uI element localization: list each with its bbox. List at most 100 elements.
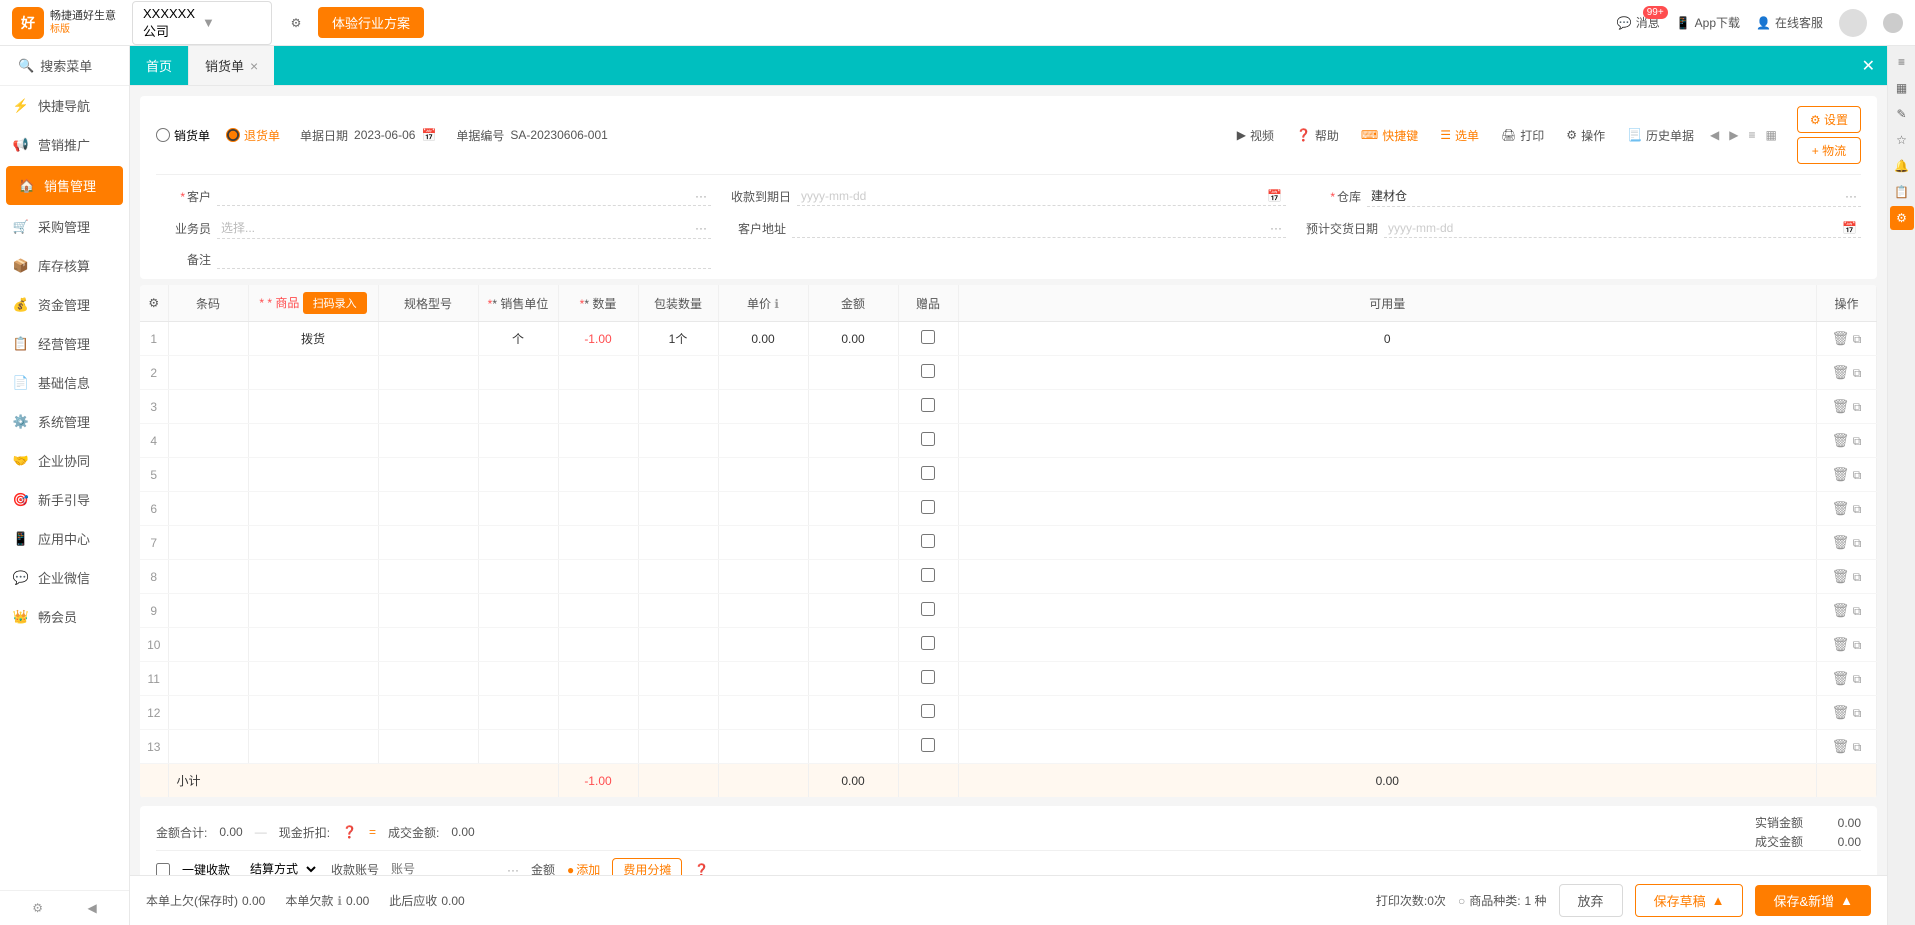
row-product[interactable] — [248, 662, 378, 696]
row-pack-qty[interactable] — [638, 356, 718, 390]
row-gift[interactable] — [898, 628, 958, 662]
row-unit[interactable] — [478, 730, 558, 764]
row-spec[interactable] — [378, 356, 478, 390]
row-product[interactable] — [248, 628, 378, 662]
row-product[interactable] — [248, 594, 378, 628]
row-amount[interactable] — [808, 730, 898, 764]
row-unit[interactable] — [478, 424, 558, 458]
sidebar-search[interactable]: 🔍 搜索菜单 — [0, 46, 129, 86]
sidebar-item-inventory[interactable]: 📦 库存核算 — [0, 246, 129, 285]
row-gift[interactable] — [898, 322, 958, 356]
row-unit[interactable] — [478, 662, 558, 696]
delete-row-btn[interactable]: 🗑 — [1832, 364, 1850, 381]
sidebar-settings-btn[interactable]: ⚙ — [32, 901, 43, 915]
copy-row-btn[interactable]: ⧉ — [1853, 434, 1862, 449]
row-gift[interactable] — [898, 458, 958, 492]
one-click-payment-checkbox[interactable] — [156, 863, 170, 876]
warehouse-dots[interactable]: ··· — [1845, 189, 1857, 203]
row-unit[interactable] — [478, 696, 558, 730]
discount-info-icon[interactable]: ❓ — [342, 825, 357, 839]
copy-row-btn[interactable]: ⧉ — [1853, 604, 1862, 619]
row-spec[interactable] — [378, 492, 478, 526]
save-draft-button[interactable]: 保存草稿 ▲ — [1635, 884, 1744, 917]
tab-home[interactable]: 首页 — [130, 46, 189, 85]
delete-row-btn[interactable]: 🗑 — [1832, 704, 1850, 721]
row-price[interactable] — [718, 594, 808, 628]
row-qty[interactable] — [558, 390, 638, 424]
row-gift[interactable] — [898, 730, 958, 764]
row-unit[interactable] — [478, 492, 558, 526]
row-price[interactable] — [718, 662, 808, 696]
row-gift[interactable] — [898, 492, 958, 526]
right-panel-btn-3[interactable]: ✎ — [1890, 102, 1914, 126]
right-panel-btn-4[interactable]: ☆ — [1890, 128, 1914, 152]
price-info-icon[interactable]: ℹ — [774, 297, 779, 311]
row-qty[interactable] — [558, 628, 638, 662]
sidebar-item-wechat[interactable]: 💬 企业微信 — [0, 558, 129, 597]
row-pack-qty[interactable] — [638, 424, 718, 458]
remarks-input[interactable] — [217, 249, 711, 269]
row-price[interactable] — [718, 390, 808, 424]
row-barcode[interactable] — [168, 322, 248, 356]
delete-row-btn[interactable]: 🗑 — [1832, 466, 1850, 483]
product-type-radio-icon[interactable]: ○ — [1458, 894, 1465, 908]
row-barcode[interactable] — [168, 492, 248, 526]
right-panel-btn-1[interactable]: ≡ — [1890, 50, 1914, 74]
customer-input[interactable]: ··· — [217, 186, 711, 206]
row-amount[interactable] — [808, 492, 898, 526]
row-price[interactable] — [718, 696, 808, 730]
row-product[interactable] — [248, 560, 378, 594]
row-price[interactable] — [718, 526, 808, 560]
copy-row-btn[interactable]: ⧉ — [1853, 740, 1862, 755]
copy-row-btn[interactable]: ⧉ — [1853, 332, 1862, 347]
row-amount[interactable] — [808, 696, 898, 730]
row-pack-qty[interactable] — [638, 594, 718, 628]
shortcut-btn[interactable]: ⌨ 快捷键 — [1355, 125, 1424, 146]
trial-button[interactable]: 体验行业方案 — [318, 7, 424, 38]
copy-row-btn[interactable]: ⧉ — [1853, 366, 1862, 381]
row-gift[interactable] — [898, 560, 958, 594]
message-action[interactable]: 💬 消息 99+ — [1617, 14, 1660, 31]
tab-sales-order[interactable]: 销货单 × — [189, 46, 274, 85]
delete-row-btn[interactable]: 🗑 — [1832, 398, 1850, 415]
row-product[interactable]: 拨货 — [248, 322, 378, 356]
print-btn[interactable]: 🖨 打印 — [1495, 125, 1550, 146]
row-unit[interactable] — [478, 594, 558, 628]
right-panel-btn-6[interactable]: 📋 — [1890, 180, 1914, 204]
row-pack-qty[interactable] — [638, 662, 718, 696]
sidebar-item-member[interactable]: 👑 畅会员 — [0, 597, 129, 636]
row-barcode[interactable] — [168, 560, 248, 594]
row-price[interactable] — [718, 458, 808, 492]
row-barcode[interactable] — [168, 390, 248, 424]
app-download-action[interactable]: 📱 App下载 — [1676, 14, 1740, 31]
row-qty[interactable] — [558, 526, 638, 560]
copy-row-btn[interactable]: ⧉ — [1853, 706, 1862, 721]
th-settings[interactable]: ⚙ — [140, 285, 168, 322]
sidebar-item-finance[interactable]: 💰 资金管理 — [0, 285, 129, 324]
row-pack-qty[interactable] — [638, 492, 718, 526]
right-panel-btn-7[interactable]: ⚙ — [1890, 206, 1914, 230]
row-spec[interactable] — [378, 458, 478, 492]
sidebar-item-marketing[interactable]: 📢 营销推广 — [0, 125, 129, 164]
nav-next-icon[interactable]: ▶ — [1729, 128, 1738, 142]
row-barcode[interactable] — [168, 730, 248, 764]
row-pack-qty[interactable] — [638, 458, 718, 492]
delete-row-btn[interactable]: 🗑 — [1832, 636, 1850, 653]
row-price[interactable] — [718, 492, 808, 526]
delete-row-btn[interactable]: 🗑 — [1832, 500, 1850, 517]
row-pack-qty[interactable] — [638, 526, 718, 560]
row-qty[interactable] — [558, 594, 638, 628]
delete-row-btn[interactable]: 🗑 — [1832, 738, 1850, 755]
save-new-button[interactable]: 保存&新增 ▲ — [1755, 885, 1871, 916]
row-barcode[interactable] — [168, 424, 248, 458]
sidebar-item-sales[interactable]: 🏠 销售管理 — [6, 166, 123, 205]
row-spec[interactable] — [378, 662, 478, 696]
row-barcode[interactable] — [168, 526, 248, 560]
sidebar-item-purchase[interactable]: 🛒 采购管理 — [0, 207, 129, 246]
avatar[interactable] — [1839, 9, 1867, 37]
delete-row-btn[interactable]: 🗑 — [1832, 330, 1850, 347]
sidebar-item-enterprise[interactable]: 🤝 企业协同 — [0, 441, 129, 480]
delete-row-btn[interactable]: 🗑 — [1832, 432, 1850, 449]
tab-close-all[interactable]: ✕ — [1862, 56, 1887, 76]
row-gift[interactable] — [898, 424, 958, 458]
